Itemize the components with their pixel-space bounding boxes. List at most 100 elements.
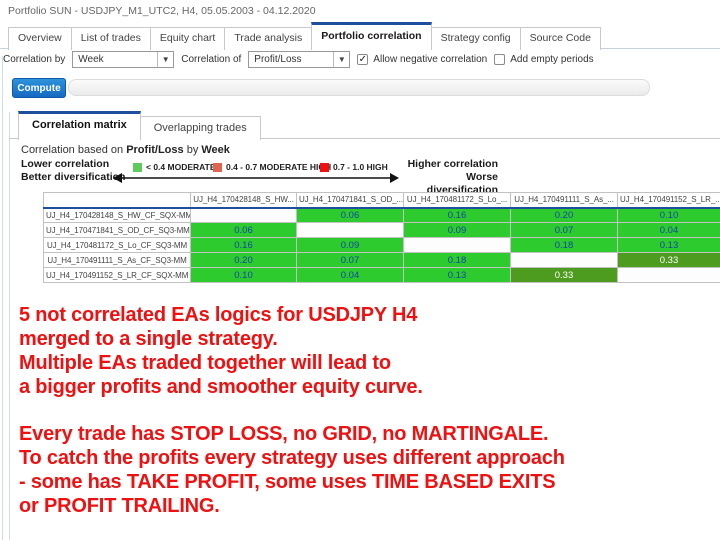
matrix-correlation-cell: 0.09 <box>404 223 511 238</box>
legend-swatch-icon <box>213 163 222 172</box>
annotation-line: a bigger profits and smoother equity cur… <box>19 375 565 399</box>
tab-list-of-trades[interactable]: List of trades <box>71 27 151 50</box>
chevron-down-icon: ▼ <box>157 52 173 67</box>
caption-metric: Profit/Loss <box>126 144 183 156</box>
matrix-correlation-cell: 0.06 <box>297 208 404 223</box>
matrix-column-header: UJ_H4_170491152_S_LR_... <box>618 193 720 208</box>
matrix-row-label: UJ_H4_170428148_S_HW_CF_SQX-MM <box>44 208 191 223</box>
legend-left-line1: Lower correlation <box>21 158 125 171</box>
legend-item-0-4-0-7-moderate-high: 0.4 - 0.7 MODERATE HIGH <box>213 162 331 172</box>
tab-portfolio-correlation[interactable]: Portfolio correlation <box>311 22 431 50</box>
matrix-column-header: UJ_H4_170481172_S_Lo_... <box>404 193 511 208</box>
progress-bar <box>68 79 650 96</box>
matrix-correlation-cell: 0.33 <box>618 253 720 268</box>
window-title: Portfolio SUN - USDJPY_M1_UTC2, H4, 05.0… <box>8 5 316 17</box>
subtab-correlation-matrix[interactable]: Correlation matrix <box>18 111 141 140</box>
annotation-line: merged to a single strategy. <box>19 327 565 351</box>
matrix-correlation-cell: 0.16 <box>404 208 511 223</box>
correlation-controls: Correlation by Week ▼ Correlation of Pro… <box>3 51 594 68</box>
correlation-matrix-table: UJ_H4_170428148_S_HW...UJ_H4_170471841_S… <box>43 192 720 283</box>
matrix-row-label: UJ_H4_170491152_S_LR_CF_SQX-MM <box>44 268 191 283</box>
matrix-column-header: UJ_H4_170471841_S_OD_... <box>297 193 404 208</box>
table-row: UJ_H4_170491111_S_As_CF_SQ3-MM0.200.070.… <box>44 253 720 268</box>
legend-item-0-4-moderate: < 0.4 MODERATE <box>133 162 216 172</box>
matrix-correlation-cell: 0.18 <box>511 238 618 253</box>
sub-tabs: Correlation matrixOverlapping trades <box>18 111 260 140</box>
matrix-column-header: UJ_H4_170491111_S_As_... <box>511 193 618 208</box>
chevron-down-icon: ▼ <box>333 52 349 67</box>
matrix-correlation-cell: 0.20 <box>511 208 618 223</box>
main-tabs: OverviewList of tradesEquity chartTrade … <box>8 22 600 50</box>
matrix-correlation-cell: 0.18 <box>404 253 511 268</box>
matrix-corner-cell <box>44 193 191 208</box>
double-arrow-icon <box>112 171 400 189</box>
tab-source-code[interactable]: Source Code <box>520 27 601 50</box>
legend-left-line2: Better diversification <box>21 171 125 184</box>
matrix-correlation-cell: 0.06 <box>191 223 297 238</box>
correlation-of-label: Correlation of <box>181 54 241 65</box>
matrix-correlation-cell: 0.10 <box>618 208 720 223</box>
annotation-line: To catch the profits every strategy uses… <box>19 446 565 470</box>
matrix-row-label: UJ_H4_170481172_S_Lo_CF_SQ3-MM <box>44 238 191 253</box>
matrix-correlation-cell: 0.09 <box>297 238 404 253</box>
tab-trade-analysis[interactable]: Trade analysis <box>224 27 312 50</box>
matrix-correlation-cell: 0.13 <box>404 268 511 283</box>
correlation-matrix: UJ_H4_170428148_S_HW...UJ_H4_170471841_S… <box>43 192 720 283</box>
caption-mid: by <box>184 144 202 156</box>
legend-swatch-icon <box>320 163 329 172</box>
annotation-line: Every trade has STOP LOSS, no GRID, no M… <box>19 422 565 446</box>
matrix-row-label: UJ_H4_170471841_S_OD_CF_SQ3-MM <box>44 223 191 238</box>
matrix-diagonal-cell <box>511 253 618 268</box>
matrix-correlation-cell: 0.10 <box>191 268 297 283</box>
add-empty-periods-label: Add empty periods <box>510 54 593 65</box>
panel-border-outer <box>2 56 3 540</box>
legend-lower-correlation: Lower correlation Better diversification <box>21 158 125 184</box>
tab-overview[interactable]: Overview <box>8 27 72 50</box>
annotation-line: Multiple EAs traded together will lead t… <box>19 351 565 375</box>
matrix-correlation-cell: 0.04 <box>297 268 404 283</box>
matrix-correlation-cell: 0.07 <box>297 253 404 268</box>
matrix-row-label: UJ_H4_170491111_S_As_CF_SQ3-MM <box>44 253 191 268</box>
table-row: UJ_H4_170481172_S_Lo_CF_SQ3-MM0.160.09 0.… <box>44 238 720 253</box>
compute-button[interactable]: Compute <box>12 78 66 98</box>
annotation-line: - some has TAKE PROFIT, some uses TIME B… <box>19 470 565 494</box>
matrix-correlation-cell: 0.20 <box>191 253 297 268</box>
annotation-line: 5 not correlated EAs logics for USDJPY H… <box>19 303 565 327</box>
matrix-diagonal-cell <box>404 238 511 253</box>
matrix-diagonal-cell <box>191 208 297 223</box>
correlation-by-select[interactable]: Week ▼ <box>72 51 174 68</box>
legend-item-label: 0.4 - 0.7 MODERATE HIGH <box>226 162 331 172</box>
correlation-by-label: Correlation by <box>3 54 65 65</box>
matrix-correlation-cell: 0.07 <box>511 223 618 238</box>
allow-negative-label: Allow negative correlation <box>373 54 487 65</box>
tab-strategy-config[interactable]: Strategy config <box>431 27 521 50</box>
matrix-correlation-cell: 0.16 <box>191 238 297 253</box>
annotation-paragraph: Every trade has STOP LOSS, no GRID, no M… <box>19 422 565 518</box>
annotation-paragraph: 5 not correlated EAs logics for USDJPY H… <box>19 303 565 399</box>
correlation-by-value: Week <box>78 54 103 65</box>
matrix-diagonal-cell <box>297 223 404 238</box>
caption-prefix: Correlation based on <box>21 144 126 156</box>
table-row: UJ_H4_170428148_S_HW_CF_SQX-MM0.060.160.… <box>44 208 720 223</box>
matrix-correlation-cell: 0.04 <box>618 223 720 238</box>
matrix-correlation-cell: 0.33 <box>511 268 618 283</box>
legend-swatch-icon <box>133 163 142 172</box>
add-empty-periods-checkbox[interactable] <box>494 54 505 65</box>
legend-right-line1: Higher correlation <box>403 158 498 171</box>
legend-item-0-7-1-0-high: 0.7 - 1.0 HIGH <box>320 162 388 172</box>
subtab-overlapping-trades[interactable]: Overlapping trades <box>140 116 261 140</box>
table-row: UJ_H4_170471841_S_OD_CF_SQ3-MM0.060.090.… <box>44 223 720 238</box>
table-row: UJ_H4_170491152_S_LR_CF_SQX-MM0.100.040.… <box>44 268 720 283</box>
allow-negative-checkbox[interactable]: ✓ <box>357 54 368 65</box>
legend-item-label: 0.7 - 1.0 HIGH <box>333 162 388 172</box>
annotation-text: 5 not correlated EAs logics for USDJPY H… <box>19 303 565 518</box>
tab-equity-chart[interactable]: Equity chart <box>150 27 225 50</box>
correlation-of-select[interactable]: Profit/Loss ▼ <box>248 51 350 68</box>
annotation-line: or PROFIT TRAILING. <box>19 494 565 518</box>
matrix-correlation-cell: 0.13 <box>618 238 720 253</box>
matrix-diagonal-cell <box>618 268 720 283</box>
panel-border-inner <box>9 112 10 540</box>
matrix-column-header: UJ_H4_170428148_S_HW... <box>191 193 297 208</box>
matrix-caption: Correlation based on Profit/Loss by Week <box>21 144 230 156</box>
correlation-of-value: Profit/Loss <box>254 54 301 65</box>
